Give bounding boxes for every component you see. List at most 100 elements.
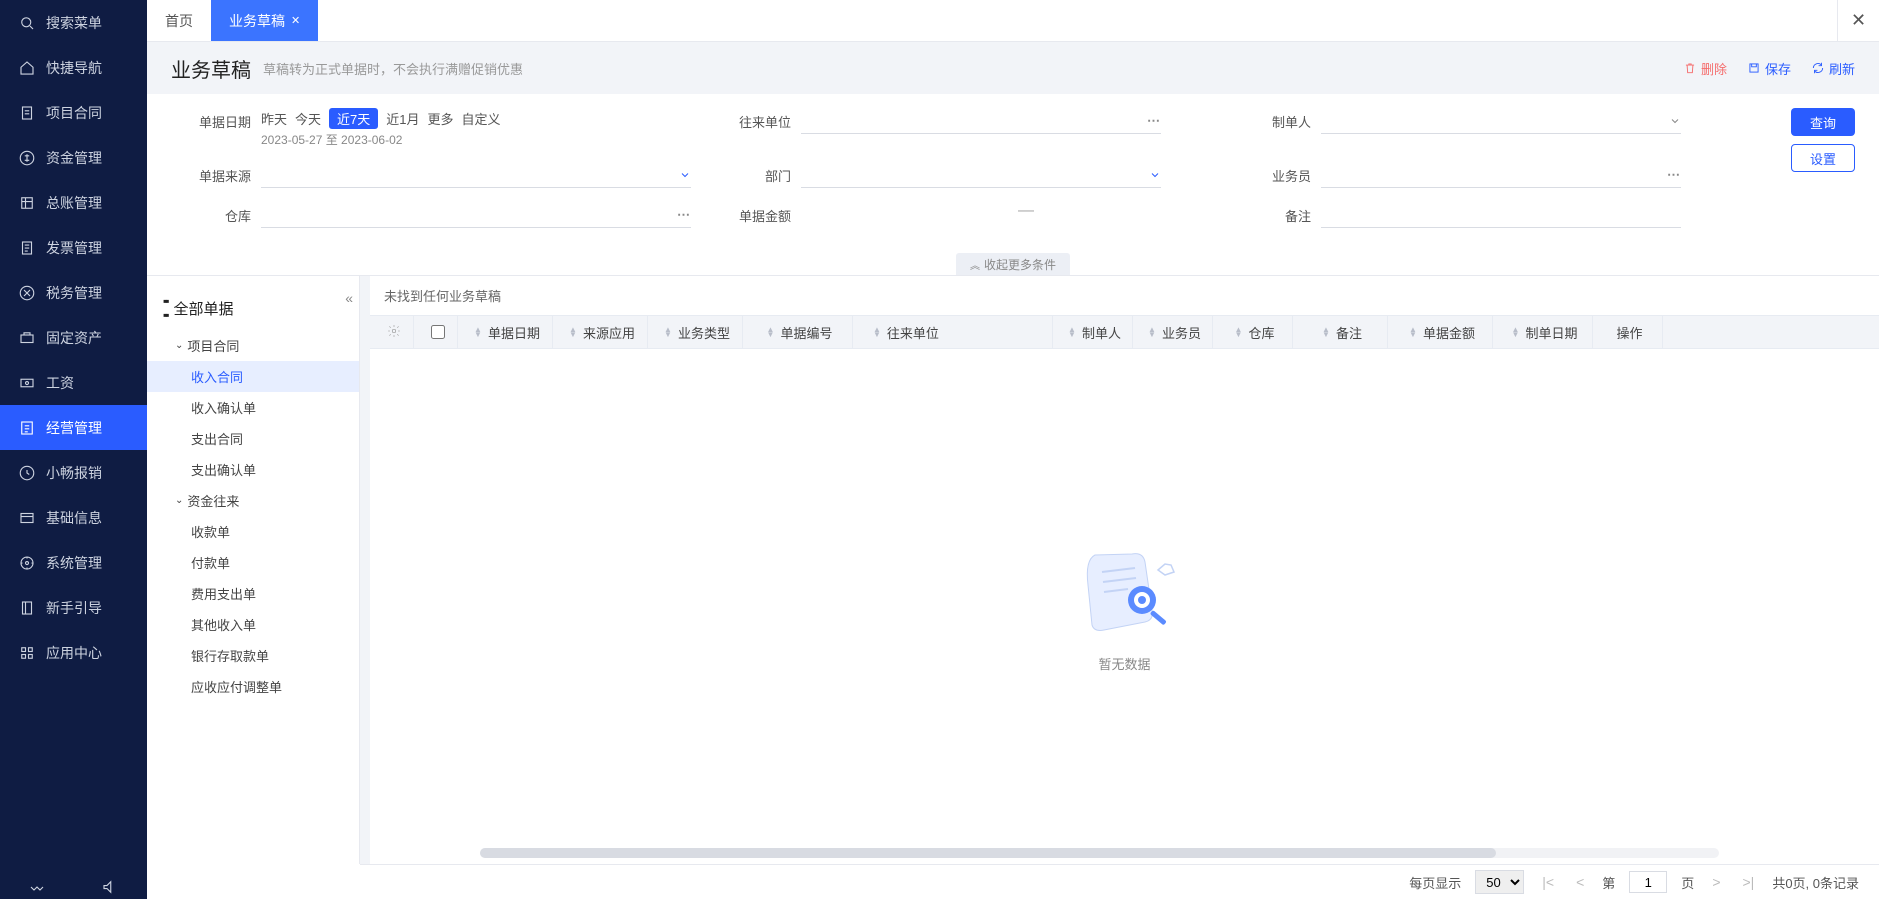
asset-icon xyxy=(18,329,36,347)
file-icon xyxy=(18,104,36,122)
column-header[interactable]: ▲▼备注 xyxy=(1293,316,1388,348)
sidebar-item-5[interactable]: 发票管理 xyxy=(0,225,147,270)
column-header[interactable]: 操作 xyxy=(1593,316,1663,348)
sort-icon: ▲▼ xyxy=(1512,327,1520,337)
tab-0[interactable]: 首页 xyxy=(147,0,211,41)
sort-icon: ▲▼ xyxy=(1068,327,1076,337)
sidebar-item-9[interactable]: 经营管理 xyxy=(0,405,147,450)
tree-header[interactable]: ▪▪▪▪ 全部单据 xyxy=(147,286,359,330)
tree-leaf-1-5[interactable]: 应收应付调整单 xyxy=(147,671,359,702)
tree-leaf-0-0[interactable]: 收入合同 xyxy=(147,361,359,392)
sidebar-item-2[interactable]: 项目合同 xyxy=(0,90,147,135)
refresh-button[interactable]: 刷新 xyxy=(1811,59,1855,78)
column-header[interactable]: ▲▼单据编号 xyxy=(743,316,853,348)
sidebar-item-3[interactable]: 资金管理 xyxy=(0,135,147,180)
tree-leaf-1-1[interactable]: 付款单 xyxy=(147,547,359,578)
date-range: 2023-05-27 至 2023-06-02 xyxy=(261,131,711,148)
tab-1[interactable]: 业务草稿✕ xyxy=(211,0,318,41)
chevron-down-icon: ⌄ xyxy=(175,340,183,351)
query-button[interactable]: 查询 xyxy=(1791,108,1855,136)
sidebar-item-8[interactable]: 工资 xyxy=(0,360,147,405)
date-preset[interactable]: 近7天 xyxy=(329,108,378,129)
column-header[interactable]: ▲▼制单日期 xyxy=(1493,316,1593,348)
sidebar-item-14[interactable]: 应用中心 xyxy=(0,630,147,675)
select-all[interactable] xyxy=(414,316,458,348)
sort-icon: ▲▼ xyxy=(569,327,577,337)
sidebar-item-13[interactable]: 新手引导 xyxy=(0,585,147,630)
tree-leaf-1-3[interactable]: 其他收入单 xyxy=(147,609,359,640)
home-icon xyxy=(18,59,36,77)
salesman-input[interactable]: ⋯ xyxy=(1321,162,1681,188)
close-all-tabs[interactable]: ✕ xyxy=(1837,0,1879,41)
per-page-select[interactable]: 50 xyxy=(1475,870,1524,894)
page-next[interactable]: > xyxy=(1708,874,1724,890)
page-last[interactable]: >| xyxy=(1739,874,1759,890)
date-preset[interactable]: 近1月 xyxy=(386,109,419,128)
date-label: 单据日期 xyxy=(171,108,251,131)
ledger-icon xyxy=(18,194,36,212)
column-header[interactable]: ▲▼往来单位 xyxy=(853,316,1053,348)
sidebar-item-10[interactable]: 小畅报销 xyxy=(0,450,147,495)
tree-leaf-0-3[interactable]: 支出确认单 xyxy=(147,454,359,485)
page-first[interactable]: |< xyxy=(1538,874,1558,890)
page-input[interactable] xyxy=(1629,871,1667,893)
tree-leaf-0-2[interactable]: 支出合同 xyxy=(147,423,359,454)
sidebar: 搜索菜单快捷导航项目合同资金管理总账管理发票管理税务管理固定资产工资经营管理小畅… xyxy=(0,0,147,899)
date-preset[interactable]: 今天 xyxy=(295,109,321,128)
empty-state: 暂无数据 xyxy=(370,349,1879,864)
creator-label: 制单人 xyxy=(1251,108,1311,131)
partner-input[interactable]: ⋯ xyxy=(801,108,1161,134)
settings-button[interactable]: 设置 xyxy=(1791,144,1855,172)
sidebar-item-1[interactable]: 快捷导航 xyxy=(0,45,147,90)
page-prev[interactable]: < xyxy=(1572,874,1588,890)
column-header[interactable]: ▲▼业务类型 xyxy=(648,316,743,348)
delete-button[interactable]: 删除 xyxy=(1683,59,1727,78)
tree-group-1[interactable]: ⌄资金往来 xyxy=(147,485,359,516)
h-scrollbar[interactable] xyxy=(480,848,1719,858)
sidebar-item-0[interactable]: 搜索菜单 xyxy=(0,0,147,45)
dept-input[interactable] xyxy=(801,162,1161,188)
grip-icon: ▪▪▪▪ xyxy=(163,294,168,322)
tree-leaf-0-1[interactable]: 收入确认单 xyxy=(147,392,359,423)
sort-icon: ▲▼ xyxy=(474,327,482,337)
source-input[interactable] xyxy=(261,162,691,188)
tree-leaf-1-4[interactable]: 银行存取款单 xyxy=(147,640,359,671)
remark-input[interactable] xyxy=(1321,202,1681,228)
pagination-bar: 每页显示 50 |< < 第 页 > >| 共0页, 0条记录 xyxy=(360,864,1879,899)
sound-icon[interactable] xyxy=(101,878,119,896)
amount-label: 单据金额 xyxy=(711,202,791,225)
column-header[interactable]: ▲▼仓库 xyxy=(1213,316,1293,348)
sort-icon: ▲▼ xyxy=(1235,327,1243,337)
save-button[interactable]: 保存 xyxy=(1747,59,1791,78)
sidebar-item-12[interactable]: 系统管理 xyxy=(0,540,147,585)
sort-icon: ▲▼ xyxy=(767,327,775,337)
manage-icon xyxy=(18,419,36,437)
sidebar-item-11[interactable]: 基础信息 xyxy=(0,495,147,540)
column-settings[interactable] xyxy=(370,316,414,348)
dept-label: 部门 xyxy=(711,162,791,185)
sidebar-item-4[interactable]: 总账管理 xyxy=(0,180,147,225)
date-preset[interactable]: 昨天 xyxy=(261,109,287,128)
close-icon[interactable]: ✕ xyxy=(291,14,300,27)
tree-collapse[interactable]: « xyxy=(345,290,353,306)
handshake-icon[interactable] xyxy=(28,878,46,896)
salary-icon xyxy=(18,374,36,392)
column-header[interactable]: ▲▼来源应用 xyxy=(553,316,648,348)
creator-input[interactable] xyxy=(1321,108,1681,134)
search-icon xyxy=(18,14,36,32)
warehouse-input[interactable]: ⋯ xyxy=(261,202,691,228)
column-header[interactable]: ▲▼单据日期 xyxy=(458,316,553,348)
apps-icon xyxy=(18,644,36,662)
date-preset[interactable]: 更多 xyxy=(428,109,454,128)
tree-group-0[interactable]: ⌄项目合同 xyxy=(147,330,359,361)
column-header[interactable]: ▲▼制单人 xyxy=(1053,316,1133,348)
column-header[interactable]: ▲▼单据金额 xyxy=(1388,316,1493,348)
date-preset[interactable]: 自定义 xyxy=(462,109,501,128)
sidebar-item-7[interactable]: 固定资产 xyxy=(0,315,147,360)
tree-leaf-1-0[interactable]: 收款单 xyxy=(147,516,359,547)
column-header[interactable]: ▲▼业务员 xyxy=(1133,316,1213,348)
sidebar-item-6[interactable]: 税务管理 xyxy=(0,270,147,315)
guide-icon xyxy=(18,599,36,617)
tree-leaf-1-2[interactable]: 费用支出单 xyxy=(147,578,359,609)
collapse-filters[interactable]: ︽收起更多条件 xyxy=(956,253,1070,276)
